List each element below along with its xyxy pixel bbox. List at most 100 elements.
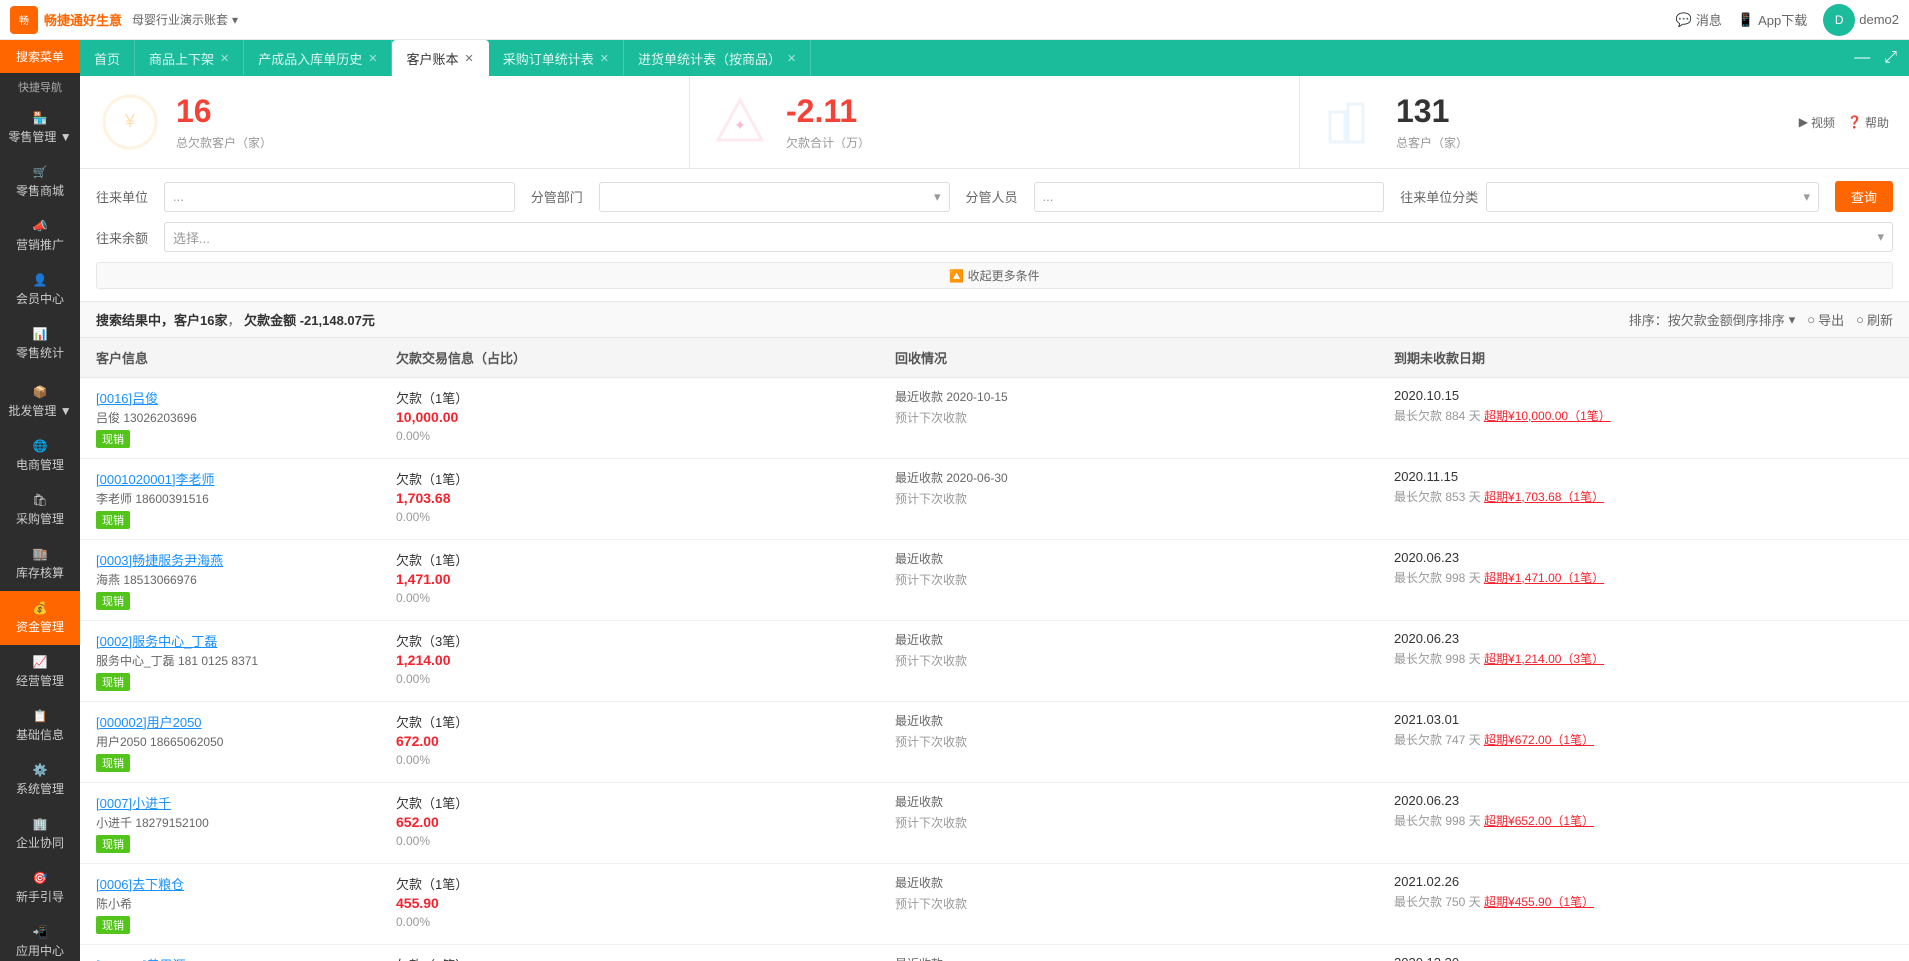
sidebar-item-app-center[interactable]: 📲 应用中心: [0, 915, 80, 961]
tab-home-label: 首页: [94, 49, 120, 68]
balance-select[interactable]: 选择... ▾: [164, 222, 1893, 252]
sidebar-item-enterprise[interactable]: 🏢 企业协同: [0, 807, 80, 861]
customer-cell-3: [0003]畅捷服务尹海燕 海燕 18513066976 现销: [96, 550, 396, 610]
card1-value: 16: [176, 93, 272, 130]
customer-name-5[interactable]: [000002]用户2050: [96, 712, 396, 731]
tab-product-close[interactable]: ✕: [220, 52, 229, 65]
debt-amount-3: 1,471.00: [396, 571, 895, 587]
sidebar-label-retail: 零售管理 ▼: [8, 128, 71, 145]
sidebar-item-retail-stats[interactable]: 📊 零售统计: [0, 317, 80, 371]
sidebar-item-marketing[interactable]: 📣 营销推广: [0, 209, 80, 263]
due-cell-2: 2020.11.15 最长欠款 853 天 超期¥1,703.68（1笔）: [1394, 469, 1893, 505]
customer-tag-5: 现销: [96, 754, 130, 772]
recovery-cell-7: 最近收款 预计下次收款: [895, 874, 1394, 912]
sidebar-item-batch-manage[interactable]: 📦 批发管理 ▼: [0, 375, 80, 429]
overdue-link-1[interactable]: 超期¥10,000.00（1笔）: [1484, 409, 1611, 423]
customer-tag-7: 现销: [96, 916, 130, 934]
sidebar-label-operation: 经营管理: [16, 672, 64, 689]
source-unit-input[interactable]: ...: [164, 182, 515, 212]
overdue-link-3[interactable]: 超期¥1,471.00（1笔）: [1484, 571, 1604, 585]
tab-maximize-btn[interactable]: ⤢: [1880, 49, 1901, 67]
sidebar-item-ecommerce[interactable]: 🌐 电商管理: [0, 429, 80, 483]
overdue-link-6[interactable]: 超期¥652.00（1笔）: [1484, 814, 1594, 828]
newbie-icon: 🎯: [33, 871, 48, 885]
tab-customer-close[interactable]: ✕: [465, 52, 474, 65]
tab-product-label: 商品上下架: [149, 49, 214, 68]
customer-name-8[interactable]: [000001]黄思源: [96, 955, 396, 961]
customer-name-6[interactable]: [0007]小进千: [96, 793, 396, 812]
tab-customer-account[interactable]: 客户账本 ✕: [392, 40, 488, 76]
customer-contact-7: 陈小希: [96, 895, 396, 912]
customer-name-2[interactable]: [0001020001]李老师: [96, 469, 396, 488]
search-button[interactable]: 查询: [1835, 181, 1893, 212]
recovery-latest-5: 最近收款: [895, 712, 1394, 729]
sidebar-label-marketing: 营销推广: [16, 236, 64, 253]
tab-production-close[interactable]: ✕: [368, 52, 377, 65]
customer-name-4[interactable]: [0002]服务中心_丁磊: [96, 631, 396, 650]
tab-product-manage[interactable]: 商品上下架 ✕: [135, 40, 244, 76]
result-actions: 排序：按欠款金额倒序排序 ▾ ○ 导出 ○ 刷新: [1629, 310, 1893, 329]
customer-tag-3: 现销: [96, 592, 130, 610]
tab-home[interactable]: 首页: [80, 40, 135, 76]
debt-cell-3: 欠款（1笔） 1,471.00 0.00%: [396, 550, 895, 605]
recovery-next-6: 预计下次收款: [895, 814, 1394, 831]
col-recovery: 回收情况: [895, 348, 1394, 367]
sidebar-item-purchase[interactable]: 🛍 采购管理: [0, 483, 80, 537]
customer-name-7[interactable]: [0006]去下粮仓: [96, 874, 396, 893]
due-cell-3: 2020.06.23 最长欠款 998 天 超期¥1,471.00（1笔）: [1394, 550, 1893, 586]
app-icon: 📱: [1738, 12, 1754, 28]
overdue-link-5[interactable]: 超期¥672.00（1笔）: [1484, 733, 1594, 747]
tab-purchase-stats[interactable]: 进货单统计表（按商品） ✕: [624, 40, 811, 76]
debt-amount-5: 672.00: [396, 733, 895, 749]
sidebar-item-system[interactable]: ⚙️ 系统管理: [0, 753, 80, 807]
app-download-btn[interactable]: 📱 App下载: [1738, 10, 1807, 29]
sidebar-search[interactable]: 搜索菜单: [0, 40, 80, 73]
total-customers-icon: [1320, 92, 1380, 152]
sidebar-item-inventory[interactable]: 🏬 库存核算: [0, 537, 80, 591]
user-menu[interactable]: D demo2: [1823, 4, 1899, 36]
tab-purchase-close[interactable]: ✕: [600, 52, 609, 65]
tab-purchase-order[interactable]: 采购订单统计表 ✕: [489, 40, 624, 76]
tab-production-history[interactable]: 产成品入库单历史 ✕: [244, 40, 392, 76]
tab-minimize-btn[interactable]: —: [1850, 49, 1874, 67]
tab-production-label: 产成品入库单历史: [258, 49, 362, 68]
sidebar-label-purchase: 采购管理: [16, 510, 64, 527]
refresh-btn[interactable]: ○ 刷新: [1856, 310, 1893, 329]
overdue-link-7[interactable]: 超期¥455.90（1笔）: [1484, 895, 1594, 909]
recovery-cell-5: 最近收款 预计下次收款: [895, 712, 1394, 750]
sort-select[interactable]: 排序：按欠款金额倒序排序 ▾: [1629, 310, 1796, 329]
recovery-cell-4: 最近收款 预计下次收款: [895, 631, 1394, 669]
recovery-cell-2: 最近收款 2020-06-30 预计下次收款: [895, 469, 1394, 507]
sidebar-item-retail-manage[interactable]: 🏪 零售管理 ▼: [0, 101, 80, 155]
sidebar-item-member[interactable]: 👤 会员中心: [0, 263, 80, 317]
sidebar-item-operation[interactable]: 📈 经营管理: [0, 645, 80, 699]
inventory-icon: 🏬: [33, 547, 48, 561]
recovery-latest-6: 最近收款: [895, 793, 1394, 810]
sidebar-item-basic[interactable]: 📋 基础信息: [0, 699, 80, 753]
overdue-link-2[interactable]: 超期¥1,703.68（1笔）: [1484, 490, 1604, 504]
debt-cell-2: 欠款（1笔） 1,703.68 0.00%: [396, 469, 895, 524]
sidebar-nav-label[interactable]: 快捷导航: [0, 73, 80, 101]
recovery-next-3: 预计下次收款: [895, 571, 1394, 588]
dept-select[interactable]: ▾: [599, 182, 950, 212]
unit-category-select[interactable]: ▾: [1486, 182, 1819, 212]
person-input[interactable]: ...: [1034, 182, 1385, 212]
message-btn[interactable]: 💬 消息: [1676, 10, 1722, 29]
customer-name-3[interactable]: [0003]畅捷服务尹海燕: [96, 550, 396, 569]
export-btn[interactable]: ○ 导出: [1807, 310, 1844, 329]
customer-name-1[interactable]: [0016]吕俊: [96, 388, 396, 407]
help-btn[interactable]: ❓ 帮助: [1847, 114, 1889, 131]
tab-stats-close[interactable]: ✕: [787, 52, 796, 65]
sidebar-item-newbie[interactable]: 🎯 新手引导: [0, 861, 80, 915]
store-selector[interactable]: 母婴行业演示账套 ▾: [132, 11, 238, 28]
overdue-link-4[interactable]: 超期¥1,214.00（3笔）: [1484, 652, 1604, 666]
col-customer-info: 客户信息: [96, 348, 396, 367]
svg-text:¥: ¥: [124, 111, 136, 131]
sidebar-item-retail-mall[interactable]: 🛒 零售商城: [0, 155, 80, 209]
collapse-bar[interactable]: 🔼 收起更多条件: [96, 262, 1893, 289]
col-due-date: 到期未收款日期: [1394, 348, 1893, 367]
sidebar-label-capital: 资金管理: [16, 618, 64, 635]
view-video-btn[interactable]: ▶ 视频: [1799, 114, 1835, 131]
recovery-latest-4: 最近收款: [895, 631, 1394, 648]
sidebar-item-capital[interactable]: 💰 资金管理: [0, 591, 80, 645]
